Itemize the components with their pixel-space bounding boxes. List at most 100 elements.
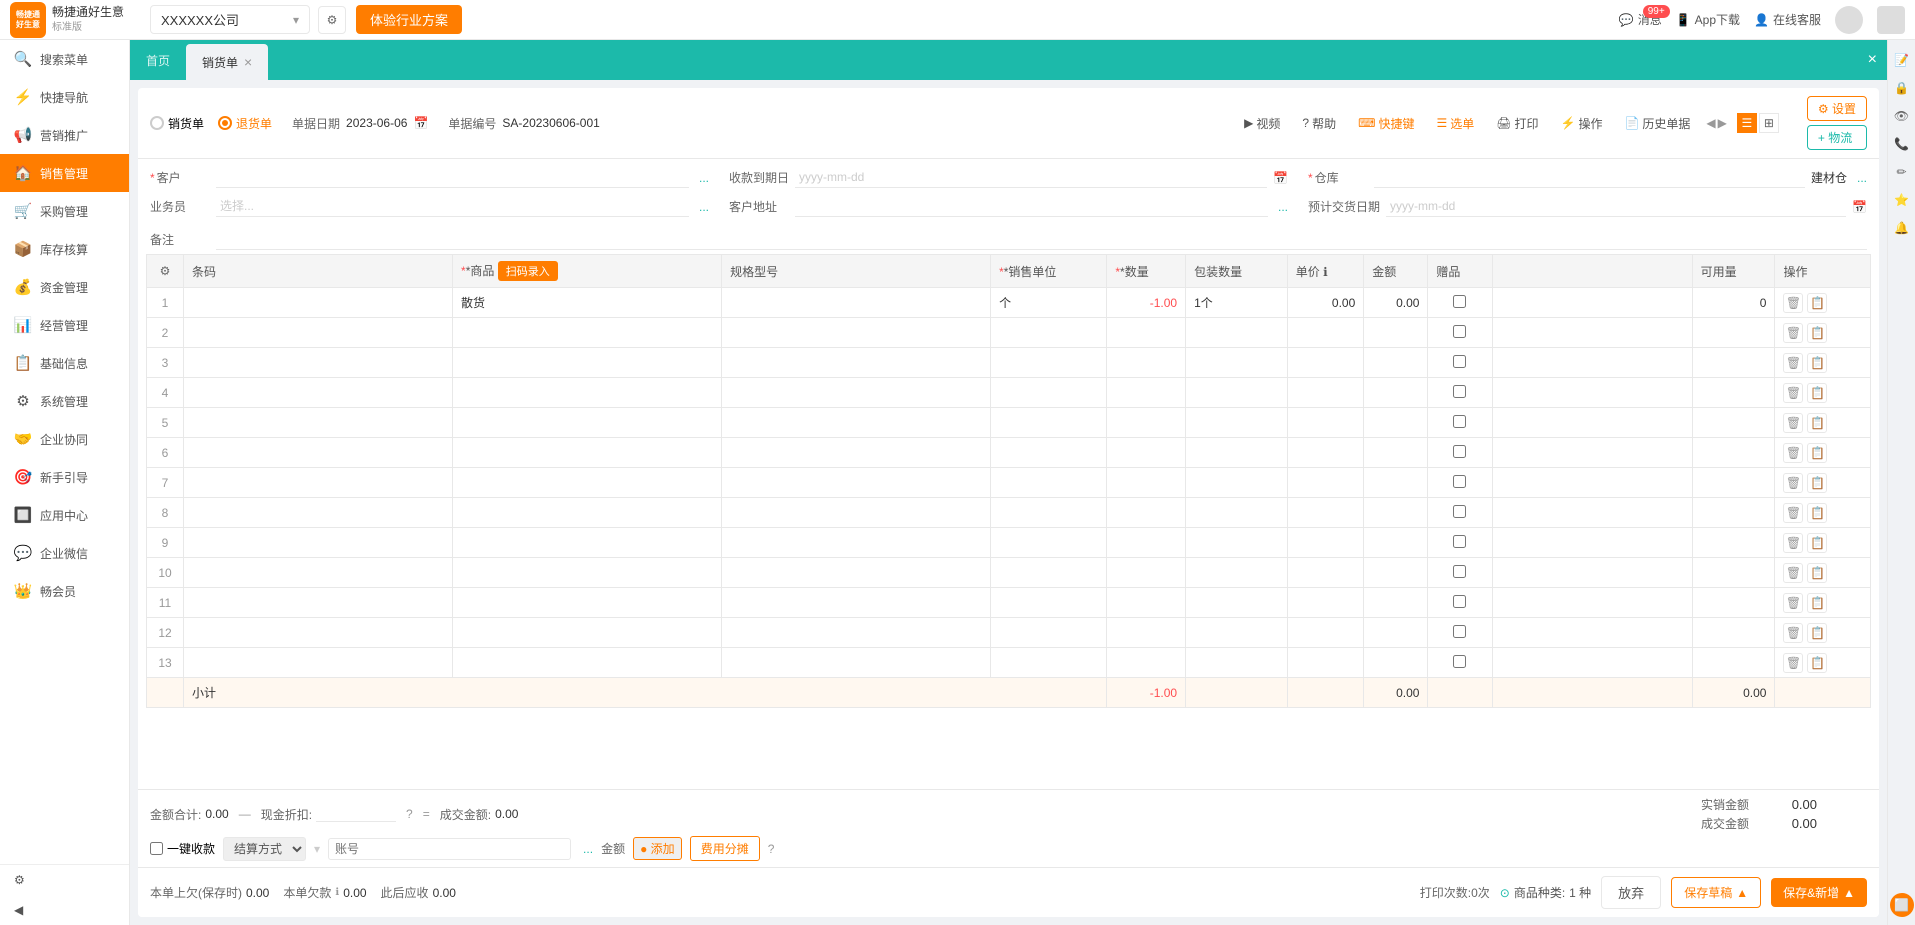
delete-row-icon[interactable]: 🗑 — [1783, 623, 1803, 643]
rs-phone-icon[interactable]: 📞 — [1890, 132, 1914, 156]
scan-button[interactable]: 扫码录入 — [498, 261, 558, 281]
sidebar-item-guide[interactable]: 🎯 新手引导 — [0, 458, 129, 496]
column-settings-icon[interactable]: ⚙ — [155, 261, 175, 281]
sidebar-item-marketing[interactable]: 📢 营销推广 — [0, 116, 129, 154]
copy-row-icon[interactable]: 📋 — [1807, 623, 1827, 643]
sidebar-item-shortcut[interactable]: ⚡ 快捷导航 — [0, 78, 129, 116]
salesperson-input[interactable] — [216, 196, 689, 217]
payment-checkbox[interactable] — [150, 842, 163, 855]
delete-row-icon[interactable]: 🗑 — [1783, 293, 1803, 313]
sidebar-item-system[interactable]: ⚙ 系统管理 — [0, 382, 129, 420]
actions-button[interactable]: ⚡ 操作 — [1554, 113, 1608, 134]
tab-sales-order[interactable]: 销货单 × — [186, 44, 268, 80]
delete-row-icon[interactable]: 🗑 — [1783, 563, 1803, 583]
copy-row-icon[interactable]: 📋 — [1807, 323, 1827, 343]
rs-bell-icon[interactable]: 🔔 — [1890, 216, 1914, 240]
abandon-button[interactable]: 放弃 — [1601, 876, 1661, 909]
radio-sales-order[interactable]: 销货单 — [150, 115, 204, 132]
rs-lock-icon[interactable]: 🔒 — [1890, 76, 1914, 100]
rs-edit-icon[interactable]: ✏ — [1890, 160, 1914, 184]
customer-input[interactable] — [216, 167, 689, 188]
prev-icon[interactable]: ◀ — [1706, 116, 1715, 130]
grid-view-icon[interactable]: ⊞ — [1759, 113, 1779, 133]
product-kind-radio[interactable]: ⊙ — [1500, 886, 1510, 900]
customer-addr-dots[interactable]: ... — [1278, 200, 1288, 214]
add-payment-button[interactable]: ● 添加 — [633, 837, 682, 860]
list-view-icon[interactable]: ☰ — [1737, 113, 1757, 133]
tab-close-icon[interactable]: × — [244, 54, 252, 70]
save-new-button[interactable]: 保存&新增 ▲ — [1771, 878, 1867, 907]
copy-row-icon[interactable]: 📋 — [1807, 443, 1827, 463]
copy-row-icon[interactable]: 📋 — [1807, 503, 1827, 523]
delete-row-icon[interactable]: 🗑 — [1783, 413, 1803, 433]
select-button[interactable]: ☰ 选单 — [1430, 113, 1480, 134]
settings-button[interactable]: ⚙ 设置 — [1807, 96, 1867, 121]
delivery-input[interactable] — [1386, 196, 1846, 217]
sidebar-item-enterprise[interactable]: 🤝 企业协同 — [0, 420, 129, 458]
avatar[interactable] — [1835, 6, 1863, 34]
delete-row-icon[interactable]: 🗑 — [1783, 653, 1803, 673]
customer-dots[interactable]: ... — [699, 171, 709, 185]
calendar-icon[interactable]: 📅 — [413, 116, 428, 130]
sidebar-item-purchase[interactable]: 🛒 采购管理 — [0, 192, 129, 230]
row-quantity[interactable]: -1.00 — [1107, 288, 1186, 318]
sidebar-item-search[interactable]: 🔍 搜索菜单 — [0, 40, 129, 78]
sidebar-collapse[interactable]: ◀ — [0, 895, 129, 925]
account-input[interactable] — [328, 838, 571, 860]
rs-notes-icon[interactable]: 📝 — [1890, 48, 1914, 72]
shortcut-button[interactable]: ⌨ 快捷键 — [1352, 113, 1420, 134]
message-button[interactable]: 💬 消息 99+ — [1619, 11, 1662, 28]
delivery-calendar-icon[interactable]: 📅 — [1852, 200, 1867, 214]
delete-row-icon[interactable]: 🗑 — [1783, 383, 1803, 403]
sidebar-item-finance[interactable]: 💰 资金管理 — [0, 268, 129, 306]
expense-split-button[interactable]: 费用分摊 — [690, 836, 760, 861]
salesperson-dots[interactable]: ... — [699, 200, 709, 214]
warehouse-input[interactable] — [1374, 167, 1805, 188]
delete-row-icon[interactable]: 🗑 — [1783, 473, 1803, 493]
radio-return-order[interactable]: 退货单 — [218, 115, 272, 132]
copy-row-icon[interactable]: 📋 — [1807, 413, 1827, 433]
rs-orange-button[interactable]: ⬜ — [1890, 893, 1914, 917]
next-icon[interactable]: ▶ — [1718, 116, 1727, 130]
online-service-button[interactable]: 👤 在线客服 — [1754, 11, 1821, 28]
copy-row-icon[interactable]: 📋 — [1807, 353, 1827, 373]
copy-row-icon[interactable]: 📋 — [1807, 383, 1827, 403]
sidebar-settings[interactable]: ⚙ — [0, 865, 129, 895]
copy-row-icon[interactable]: 📋 — [1807, 593, 1827, 613]
company-selector[interactable]: XXXXXX公司 ▾ — [150, 5, 310, 34]
delete-row-icon[interactable]: 🗑 — [1783, 593, 1803, 613]
delete-row-icon[interactable]: 🗑 — [1783, 533, 1803, 553]
remark-input[interactable] — [216, 229, 1867, 250]
row-barcode[interactable] — [184, 288, 453, 318]
warehouse-dots[interactable]: ... — [1857, 171, 1867, 185]
account-dots[interactable]: ... — [583, 842, 593, 856]
sidebar-item-appstore[interactable]: 🔲 应用中心 — [0, 496, 129, 534]
discount-input[interactable] — [316, 807, 396, 822]
copy-row-icon[interactable]: 📋 — [1807, 473, 1827, 493]
logistics-button[interactable]: + 物流 — [1807, 125, 1867, 150]
save-draft-button[interactable]: 保存草稿 ▲ — [1671, 877, 1761, 908]
video-button[interactable]: ▶ 视频 — [1238, 113, 1286, 134]
sidebar-item-basic[interactable]: 📋 基础信息 — [0, 344, 129, 382]
delete-row-icon[interactable]: 🗑 — [1783, 443, 1803, 463]
help-button[interactable]: ? 帮助 — [1296, 113, 1342, 134]
delete-row-icon[interactable]: 🗑 — [1783, 353, 1803, 373]
copy-row-icon[interactable]: 📋 — [1807, 653, 1827, 673]
payment-due-input[interactable] — [795, 167, 1267, 188]
sidebar-item-operations[interactable]: 📊 经营管理 — [0, 306, 129, 344]
delete-row-icon[interactable]: 🗑 — [1783, 503, 1803, 523]
sidebar-item-member[interactable]: 👑 畅会员 — [0, 572, 129, 610]
history-button[interactable]: 📄 历史单据 — [1618, 113, 1696, 134]
copy-row-icon[interactable]: 📋 — [1807, 533, 1827, 553]
print-button[interactable]: 🖨 打印 — [1490, 113, 1544, 134]
close-all-tabs-icon[interactable]: × — [1868, 51, 1877, 69]
user-menu[interactable] — [1877, 6, 1905, 34]
settings-icon[interactable]: ⚙ — [318, 6, 346, 34]
rs-eye-icon[interactable]: 👁 — [1890, 104, 1914, 128]
tab-home[interactable]: 首页 — [130, 40, 186, 80]
sidebar-item-inventory[interactable]: 📦 库存核算 — [0, 230, 129, 268]
copy-row-icon[interactable]: 📋 — [1807, 563, 1827, 583]
rs-star-icon[interactable]: ⭐ — [1890, 188, 1914, 212]
copy-row-icon[interactable]: 📋 — [1807, 293, 1827, 313]
calc-method-select[interactable]: 结算方式 — [223, 837, 306, 861]
